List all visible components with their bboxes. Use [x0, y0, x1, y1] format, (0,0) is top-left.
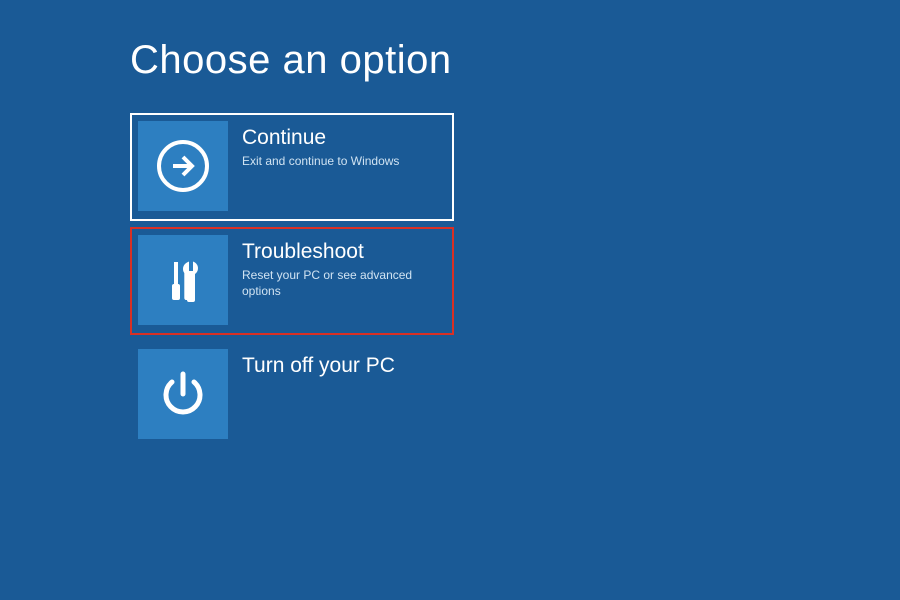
tools-icon	[138, 235, 228, 325]
continue-text: Continue Exit and continue to Windows	[228, 121, 399, 213]
page-title: Choose an option	[130, 38, 900, 83]
troubleshoot-text: Troubleshoot Reset your PC or see advanc…	[228, 235, 446, 327]
continue-subtitle: Exit and continue to Windows	[242, 154, 399, 170]
turnoff-text: Turn off your PC	[228, 349, 395, 441]
troubleshoot-title: Troubleshoot	[242, 239, 446, 264]
troubleshoot-subtitle: Reset your PC or see advanced options	[242, 268, 446, 299]
continue-option[interactable]: Continue Exit and continue to Windows	[130, 113, 454, 221]
options-screen: Choose an option Continue Exit and conti…	[0, 0, 900, 449]
turnoff-title: Turn off your PC	[242, 353, 395, 378]
arrow-right-icon	[138, 121, 228, 211]
continue-title: Continue	[242, 125, 399, 150]
troubleshoot-option[interactable]: Troubleshoot Reset your PC or see advanc…	[130, 227, 454, 335]
power-icon	[138, 349, 228, 439]
turnoff-option[interactable]: Turn off your PC	[130, 341, 454, 449]
